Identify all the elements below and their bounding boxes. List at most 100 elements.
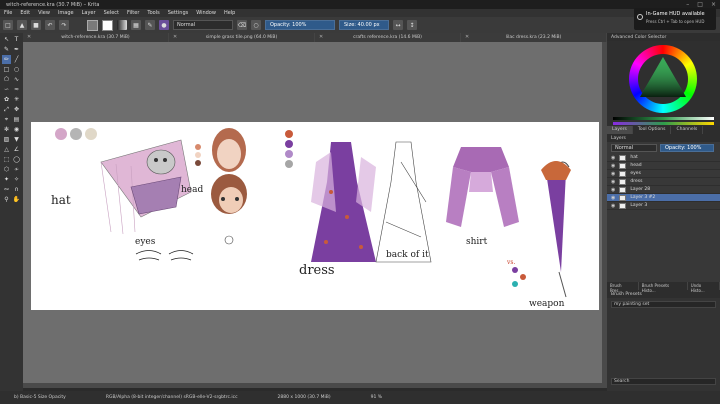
pattern-icon[interactable]: ▦: [131, 20, 141, 30]
bezier-tool-icon[interactable]: ∽: [2, 85, 11, 94]
contiguous-select-tool-icon[interactable]: ✦: [2, 175, 11, 184]
transform-tool-icon[interactable]: ⤢: [2, 105, 11, 114]
move-tool-icon[interactable]: ✥: [12, 105, 21, 114]
preserve-alpha-icon[interactable]: ○: [251, 20, 261, 30]
tab-close-icon[interactable]: ✕: [173, 34, 177, 40]
background-color-swatch[interactable]: [102, 19, 113, 31]
measure-tool-icon[interactable]: ∠: [12, 145, 21, 154]
maximize-icon[interactable]: □: [697, 1, 703, 8]
horizontal-scrollbar[interactable]: [23, 383, 607, 388]
multibrush-tool-icon[interactable]: ✳: [12, 95, 21, 104]
redo-icon[interactable]: ↷: [59, 20, 69, 30]
save-icon[interactable]: ■: [31, 20, 41, 30]
freehand-brush-tool-icon[interactable]: ✏: [2, 55, 11, 64]
freehand-select-tool-icon[interactable]: ≁: [12, 165, 21, 174]
similar-select-tool-icon[interactable]: ✧: [12, 175, 21, 184]
new-document-icon[interactable]: □: [3, 20, 13, 30]
tab-layers[interactable]: Layers: [607, 126, 633, 134]
bezier-select-tool-icon[interactable]: ∾: [2, 185, 11, 194]
freehand-path-tool-icon[interactable]: ≈: [12, 85, 21, 94]
fill-tool-icon[interactable]: ▼: [12, 135, 21, 144]
tab-witch-reference[interactable]: ✕ witch-reference.kra (30.7 MiB): [23, 33, 169, 42]
eraser-mode-icon[interactable]: ⌫: [237, 20, 247, 30]
opacity-slider[interactable]: Opacity: 100%: [265, 20, 335, 30]
menu-settings[interactable]: Settings: [168, 10, 189, 16]
smart-patch-tool-icon[interactable]: ▨: [2, 135, 11, 144]
ellipse-select-tool-icon[interactable]: ◯: [12, 155, 21, 164]
canvas-area[interactable]: hat head eyes dress back of it shirt vs.…: [23, 42, 607, 388]
advanced-color-selector[interactable]: [607, 41, 720, 126]
visibility-eye-icon[interactable]: ◉: [611, 195, 615, 201]
layer-opacity-slider[interactable]: Opacity: 100%: [660, 144, 714, 152]
menu-view[interactable]: View: [38, 10, 50, 16]
layer-item[interactable]: ◉ head: [607, 162, 720, 170]
tab-brush-history[interactable]: Brush Presets Histo...: [638, 282, 688, 293]
menu-file[interactable]: File: [4, 10, 12, 16]
menu-layer[interactable]: Layer: [82, 10, 96, 16]
brush-preset-icon[interactable]: ✎: [145, 20, 155, 30]
tab-crafts-reference[interactable]: ✕ crafts reference.kra (14.6 MiB): [315, 33, 461, 42]
drawing-paper[interactable]: hat head eyes dress back of it shirt vs.…: [31, 122, 599, 310]
edit-shape-tool-icon[interactable]: ✎: [2, 45, 11, 54]
layer-item[interactable]: ◉ hat: [607, 154, 720, 162]
polyline-tool-icon[interactable]: ∿: [12, 75, 21, 84]
brush-search-input[interactable]: Search: [611, 378, 716, 385]
size-slider[interactable]: Size: 40.00 px: [339, 20, 389, 30]
tab-close-icon[interactable]: ✕: [319, 34, 323, 40]
tab-close-icon[interactable]: ✕: [27, 34, 31, 40]
mirror-horizontal-icon[interactable]: ↔: [393, 20, 403, 30]
menu-tools[interactable]: Tools: [147, 10, 159, 16]
tab-undo-history[interactable]: Undo Histo...: [687, 282, 720, 293]
menu-edit[interactable]: Edit: [20, 10, 30, 16]
tab-lilac-dress[interactable]: ✕ lilac dress.kra (23.2 MiB): [461, 33, 607, 42]
blend-mode-select[interactable]: Normal: [173, 20, 233, 30]
polygon-select-tool-icon[interactable]: ⬡: [2, 165, 11, 174]
pan-tool-icon[interactable]: ✋: [12, 195, 21, 204]
brush-tag-select[interactable]: my painting set: [611, 301, 716, 308]
layer-item[interactable]: ◉ eyes: [607, 170, 720, 178]
polygon-tool-icon[interactable]: ⬠: [2, 75, 11, 84]
minimize-icon[interactable]: –: [686, 1, 689, 8]
saturation-triangle[interactable]: [640, 57, 686, 97]
hue-slider[interactable]: [613, 122, 714, 125]
visibility-eye-icon[interactable]: ◉: [611, 171, 615, 177]
assistant-tool-icon[interactable]: △: [2, 145, 11, 154]
undo-icon[interactable]: ↶: [45, 20, 55, 30]
tab-channels[interactable]: Channels: [671, 126, 704, 134]
crop-tool-icon[interactable]: ⌖: [2, 115, 11, 124]
color-picker-tool-icon[interactable]: ✻: [2, 125, 11, 134]
value-slider[interactable]: [613, 117, 714, 120]
dynamic-brush-tool-icon[interactable]: ✿: [2, 95, 11, 104]
layer-item[interactable]: ◉ Layer 28: [607, 186, 720, 194]
layer-item[interactable]: ◉ dress: [607, 178, 720, 186]
close-icon[interactable]: ×: [711, 1, 716, 8]
visibility-eye-icon[interactable]: ◉: [611, 203, 615, 209]
visibility-eye-icon[interactable]: ◉: [611, 163, 615, 169]
rectangle-tool-icon[interactable]: □: [2, 65, 11, 74]
zoom-tool-icon[interactable]: ⚲: [2, 195, 11, 204]
layer-item[interactable]: ◉ Layer 3: [607, 202, 720, 210]
magnetic-select-tool-icon[interactable]: ∩: [12, 185, 21, 194]
line-tool-icon[interactable]: ╱: [12, 55, 21, 64]
status-zoom[interactable]: 91 %: [371, 395, 382, 400]
visibility-eye-icon[interactable]: ◉: [611, 179, 615, 185]
hud-notification[interactable]: In-Game HUD available Press Ctrl + Tab t…: [634, 8, 716, 30]
ellipse-tool-icon[interactable]: ○: [12, 65, 21, 74]
mirror-vertical-icon[interactable]: ↕: [407, 20, 417, 30]
visibility-eye-icon[interactable]: ◉: [611, 187, 615, 193]
menu-help[interactable]: Help: [224, 10, 235, 16]
tab-grass-tile[interactable]: ✕ simple grass tile.png (64.0 MiB): [169, 33, 315, 42]
colorize-mask-tool-icon[interactable]: ◉: [12, 125, 21, 134]
foreground-color-swatch[interactable]: [87, 19, 98, 31]
layer-item-selected[interactable]: ◉ Layer 3 #2: [607, 194, 720, 202]
menu-window[interactable]: Window: [196, 10, 216, 16]
brush-settings-icon[interactable]: ●: [159, 20, 169, 30]
gradient-icon[interactable]: [117, 20, 127, 30]
tab-brush-presets[interactable]: Brush Pres...: [607, 282, 639, 293]
text-tool-icon[interactable]: T: [12, 35, 21, 44]
visibility-eye-icon[interactable]: ◉: [611, 155, 615, 161]
layer-blend-mode-select[interactable]: Normal: [611, 144, 657, 152]
menu-select[interactable]: Select: [104, 10, 119, 16]
rect-select-tool-icon[interactable]: ⬚: [2, 155, 11, 164]
gradient-tool-icon[interactable]: ▤: [12, 115, 21, 124]
